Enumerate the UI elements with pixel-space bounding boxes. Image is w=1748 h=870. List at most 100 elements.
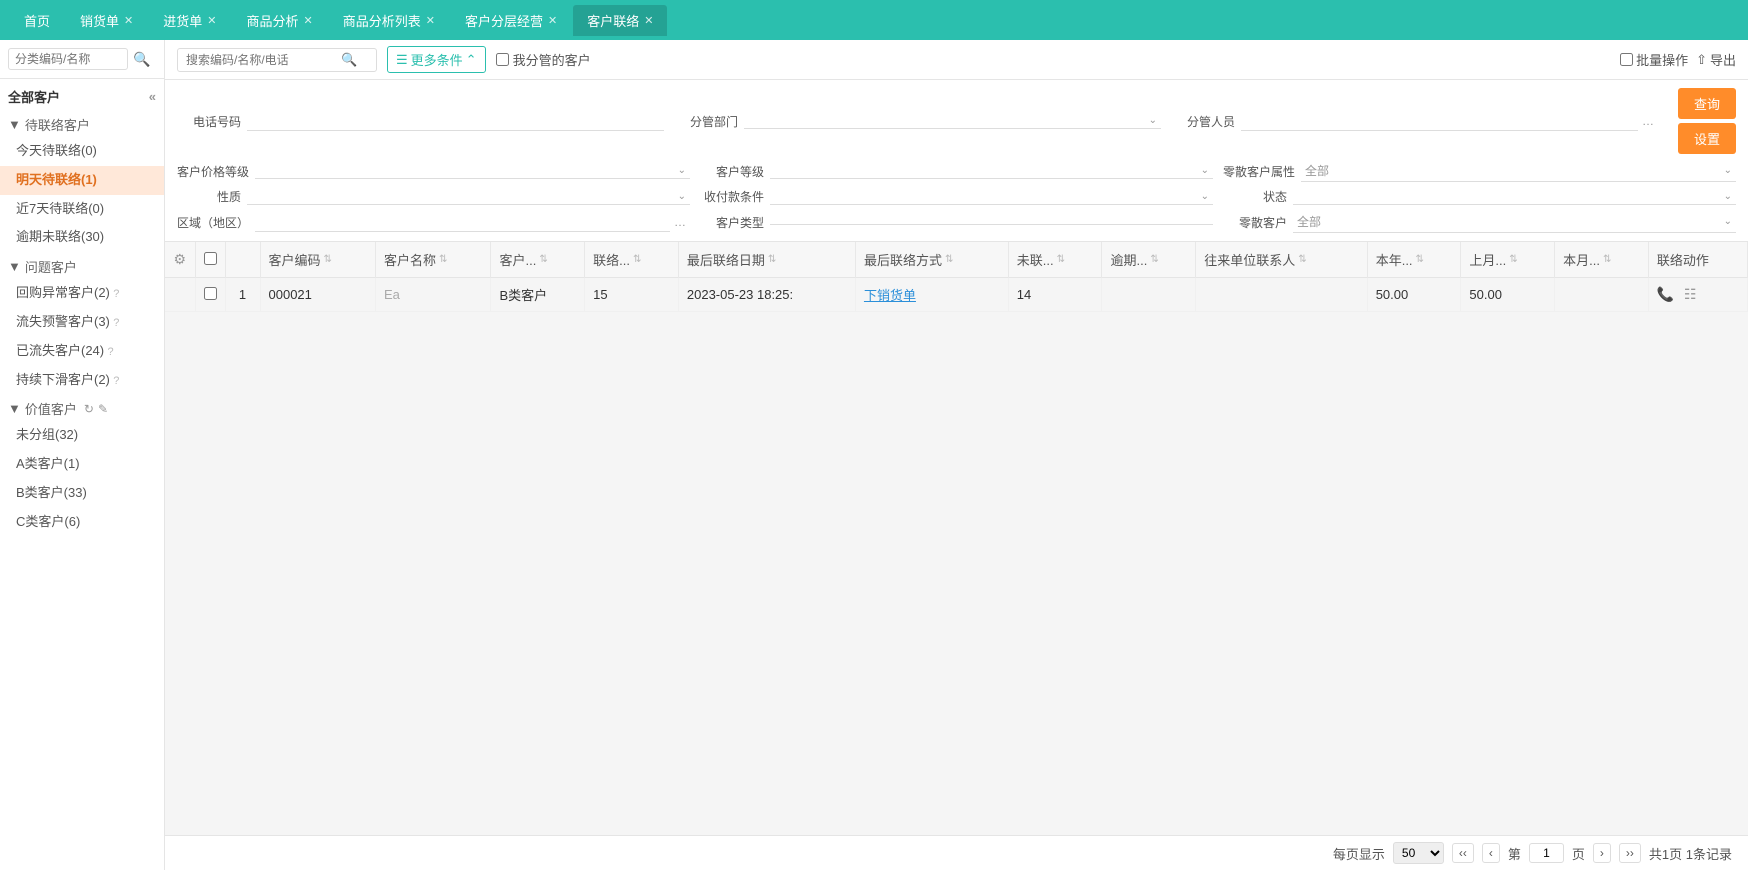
filter-region-dots[interactable]: …: [670, 215, 690, 229]
filter-region-input[interactable]: [259, 215, 666, 229]
nav-customer-layered-close[interactable]: ✕: [548, 14, 557, 27]
filter-customer-level-field: 客户等级 ⌄: [700, 163, 1213, 180]
row-checkbox-0[interactable]: [204, 287, 217, 300]
more-conditions-btn[interactable]: ☰ 更多条件 ⌃: [387, 46, 486, 73]
filter-retail-customer-select[interactable]: 全部 ⌄: [1293, 211, 1736, 233]
filter-phone-input[interactable]: [251, 114, 660, 128]
sort-type-icon: ⇅: [539, 254, 547, 265]
th-unit-contact[interactable]: 往来单位联系人 ⇅: [1196, 242, 1368, 278]
row-action-icon-2[interactable]: ☷: [1684, 286, 1697, 302]
th-contact[interactable]: 联络... ⇅: [585, 242, 679, 278]
refresh-icon[interactable]: ↻: [84, 402, 94, 416]
th-code[interactable]: 客户编码 ⇅: [260, 242, 375, 278]
sidebar-item-b-class[interactable]: B类客户(33): [0, 479, 164, 508]
th-not-contacted[interactable]: 未联... ⇅: [1008, 242, 1102, 278]
more-conditions-label: 更多条件: [411, 50, 463, 69]
nav-purchase[interactable]: 进货单 ✕: [149, 5, 230, 36]
tomorrow-contact-label: 明天待联络(1): [16, 172, 97, 187]
filter-nature-arrow: ⌄: [678, 191, 686, 202]
sidebar-item-lost-warning[interactable]: 流失预警客户(3) ?: [0, 308, 164, 337]
batch-op-btn[interactable]: 批量操作: [1620, 50, 1688, 69]
th-this-month[interactable]: 本月... ⇅: [1555, 242, 1649, 278]
nav-customer-contact-close[interactable]: ✕: [644, 14, 653, 27]
nav-sales-close[interactable]: ✕: [124, 14, 133, 27]
nav-customer-contact[interactable]: 客户联络 ✕: [573, 5, 667, 36]
nav-sales[interactable]: 销货单 ✕: [66, 5, 147, 36]
sidebar-collapse-icon[interactable]: «: [149, 89, 156, 104]
nav-home[interactable]: 首页: [10, 5, 64, 36]
nav-customer-layered[interactable]: 客户分层经营 ✕: [451, 5, 571, 36]
customer-table: ⚙ 客户编码 ⇅: [165, 242, 1748, 312]
filter-retail-attr-select[interactable]: 全部 ⌄: [1301, 160, 1736, 182]
th-overdue[interactable]: 逾期... ⇅: [1102, 242, 1196, 278]
query-btn[interactable]: 查询: [1678, 88, 1736, 119]
sort-contact-icon: ⇅: [633, 254, 641, 265]
th-contact-action[interactable]: 联络动作: [1648, 242, 1747, 278]
th-name[interactable]: 客户名称 ⇅: [375, 242, 490, 278]
pending-contact-group[interactable]: ▼ 待联络客户: [0, 110, 164, 137]
batch-op-checkbox[interactable]: [1620, 53, 1633, 66]
main-search-input[interactable]: [186, 53, 336, 67]
sidebar-item-a-class[interactable]: A类客户(1): [0, 450, 164, 479]
value-customers-group[interactable]: ▼ 价值客户 ↻ ✎: [0, 394, 164, 421]
th-last-contact-date[interactable]: 最后联络日期 ⇅: [678, 242, 855, 278]
nav-product-analysis[interactable]: 商品分析 ✕: [232, 5, 326, 36]
filter-person-input-wrap: [1241, 112, 1638, 131]
table-header-row: ⚙ 客户编码 ⇅: [165, 242, 1748, 278]
th-last-contact-way[interactable]: 最后联络方式 ⇅: [855, 242, 1008, 278]
filter-status-select[interactable]: ⌄: [1293, 189, 1736, 205]
row-not-contacted: 14: [1008, 278, 1102, 312]
th-last-contact-date-label: 最后联络日期: [687, 250, 765, 269]
th-last-month[interactable]: 上月... ⇅: [1461, 242, 1555, 278]
table-footer: 每页显示 50 100 200 ‹‹ ‹ 第 页 › ›› 共1页 1条记录: [165, 835, 1748, 870]
th-code-label: 客户编码: [269, 250, 321, 269]
export-btn[interactable]: ⇧ 导出: [1696, 50, 1736, 69]
sidebar-item-ungrouped[interactable]: 未分组(32): [0, 421, 164, 450]
nav-product-analysis-list-close[interactable]: ✕: [426, 14, 435, 27]
filter-person-field: 分管人员 …: [1171, 112, 1658, 131]
per-page-select[interactable]: 50 100 200: [1393, 842, 1444, 864]
th-contact-action-label: 联络动作: [1657, 250, 1709, 269]
row-action-icon-1[interactable]: 📞: [1657, 286, 1674, 302]
edit-icon[interactable]: ✎: [98, 402, 108, 416]
my-customers-wrap[interactable]: 我分管的客户: [496, 50, 591, 69]
gear-icon[interactable]: ⚙: [173, 251, 186, 267]
filter-nature-select[interactable]: ⌄: [247, 189, 690, 205]
main-search-icon[interactable]: 🔍: [341, 52, 357, 68]
th-type[interactable]: 客户... ⇅: [491, 242, 585, 278]
page-input[interactable]: [1529, 843, 1564, 863]
prev-page-btn[interactable]: ‹: [1482, 843, 1500, 863]
filter-customer-level-select[interactable]: ⌄: [770, 163, 1213, 179]
filter-person-dots[interactable]: …: [1638, 114, 1658, 128]
sidebar-item-today[interactable]: 今天待联络(0): [0, 137, 164, 166]
first-page-btn[interactable]: ‹‹: [1452, 843, 1474, 863]
nav-product-analysis-list[interactable]: 商品分析列表 ✕: [329, 5, 449, 36]
row-checkbox-cell: [195, 278, 225, 312]
sidebar-item-lost[interactable]: 已流失客户(24) ?: [0, 337, 164, 366]
filter-price-level-select[interactable]: ⌄: [255, 163, 690, 179]
sidebar-item-c-class[interactable]: C类客户(6): [0, 508, 164, 537]
sidebar-item-7days[interactable]: 近7天待联络(0): [0, 195, 164, 224]
next-page-btn[interactable]: ›: [1593, 843, 1611, 863]
filter-customer-type-select[interactable]: [770, 220, 1213, 225]
sidebar-search-input[interactable]: [8, 48, 128, 70]
th-this-year[interactable]: 本年... ⇅: [1367, 242, 1461, 278]
sidebar-item-declining[interactable]: 持续下滑客户(2) ?: [0, 366, 164, 395]
sidebar-item-tomorrow[interactable]: 明天待联络(1): [0, 166, 164, 195]
filter-dept-select[interactable]: ⌄: [744, 113, 1161, 129]
sidebar-item-abnormal-repurchase[interactable]: 回购异常客户(2) ?: [0, 279, 164, 308]
my-customers-checkbox[interactable]: [496, 53, 509, 66]
last-contact-way-link[interactable]: 下销货单: [864, 288, 916, 303]
nav-product-analysis-close[interactable]: ✕: [304, 14, 313, 27]
select-all-checkbox[interactable]: [204, 252, 217, 265]
nav-purchase-close[interactable]: ✕: [207, 14, 216, 27]
problem-customers-group[interactable]: ▼ 问题客户: [0, 252, 164, 279]
sidebar-item-overdue[interactable]: 逾期未联络(30): [0, 223, 164, 252]
sidebar-search-icon[interactable]: 🔍: [133, 51, 150, 68]
set-btn[interactable]: 设置: [1678, 123, 1736, 154]
last-page-btn[interactable]: ››: [1619, 843, 1641, 863]
filter-person-input[interactable]: [1245, 114, 1634, 128]
adv-filter-panel: 电话号码 分管部门 ⌄ 分管人员: [165, 80, 1748, 242]
filter-payment-select[interactable]: ⌄: [770, 189, 1213, 205]
action-btns: 查询 设置: [1678, 88, 1736, 154]
